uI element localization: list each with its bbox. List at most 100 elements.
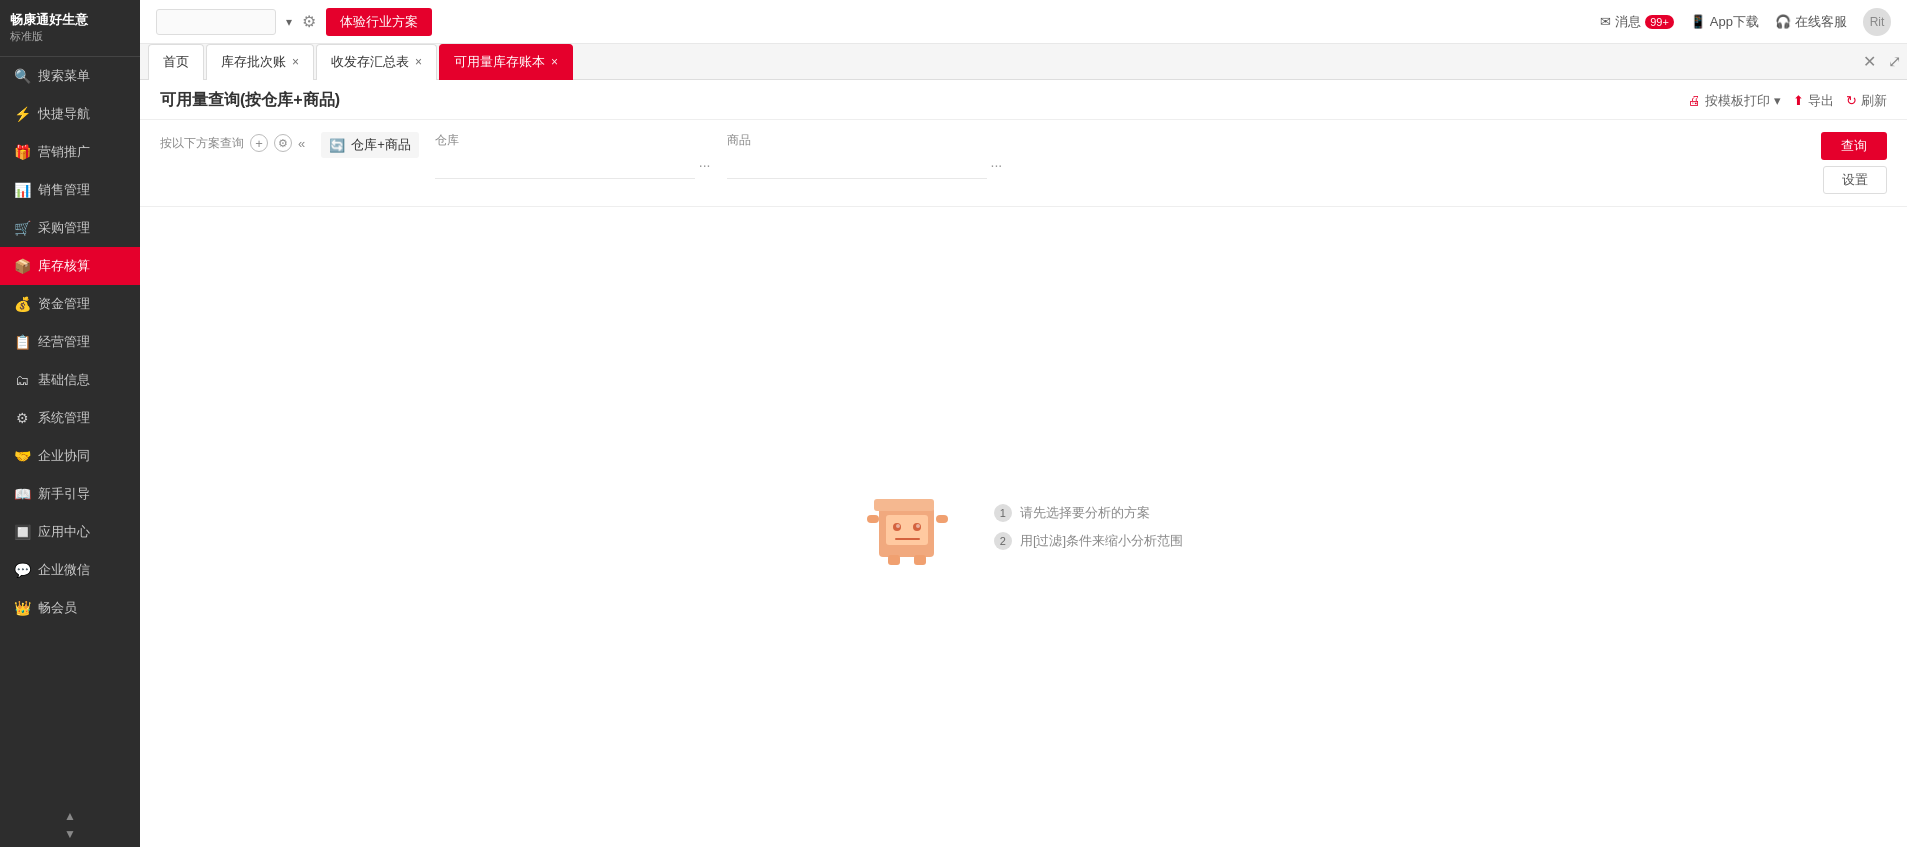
product-input[interactable]	[727, 151, 987, 179]
export-btn[interactable]: ⬆ 导出	[1793, 92, 1834, 110]
sidebar-scroll-btns: ▲ ▼	[0, 803, 140, 847]
warehouse-dots-btn[interactable]: ···	[699, 157, 711, 173]
online-service-btn[interactable]: 🎧 在线客服	[1775, 13, 1847, 31]
sidebar-item-basics[interactable]: 🗂 基础信息	[0, 361, 140, 399]
new-guide-icon: 📖	[14, 486, 30, 502]
svg-rect-10	[888, 555, 900, 565]
empty-state: 1 请先选择要分析的方案 2 用[过滤]条件来缩小分析范围	[140, 207, 1907, 847]
window-close-btn[interactable]: ✕	[1863, 52, 1876, 71]
app-center-icon: 🔲	[14, 524, 30, 540]
query-button[interactable]: 查询	[1821, 132, 1887, 160]
sidebar: 畅康通好生意 标准版 🔍 搜索菜单 ⚡ 快捷导航 🎁 营销推广 📊 销售管理 🛒…	[0, 0, 140, 847]
sidebar-item-label-search: 搜索菜单	[38, 67, 90, 85]
export-label: 导出	[1808, 92, 1834, 110]
sidebar-item-operations[interactable]: 📋 经营管理	[0, 323, 140, 361]
sidebar-item-marketing[interactable]: 🎁 营销推广	[0, 133, 140, 171]
enterprise-icon: 🤝	[14, 448, 30, 464]
print-dropdown-icon[interactable]: ▾	[1774, 93, 1781, 108]
sidebar-item-sales[interactable]: 📊 销售管理	[0, 171, 140, 209]
tab-collect-account[interactable]: 收发存汇总表 ×	[316, 44, 437, 80]
app-download-label: App下载	[1710, 13, 1759, 31]
svg-rect-8	[867, 515, 879, 523]
tab-batch-account[interactable]: 库存批次账×	[206, 44, 314, 80]
sidebar-item-member[interactable]: 👑 畅会员	[0, 589, 140, 627]
filter-add-btn[interactable]: +	[250, 134, 268, 152]
page-title: 可用量查询(按仓库+商品)	[160, 90, 340, 111]
svg-rect-9	[936, 515, 948, 523]
empty-hint-1: 1 请先选择要分析的方案	[994, 504, 1183, 522]
empty-text-list: 1 请先选择要分析的方案 2 用[过滤]条件来缩小分析范围	[994, 504, 1183, 550]
sidebar-item-app-center[interactable]: 🔲 应用中心	[0, 513, 140, 551]
app-download-btn[interactable]: 📱 App下载	[1690, 13, 1759, 31]
page-header: 可用量查询(按仓库+商品) 🖨 按模板打印 ▾ ⬆ 导出 ↻ 刷新	[140, 80, 1907, 120]
tab-label-collect-account: 收发存汇总表	[331, 53, 409, 71]
empty-illustration	[864, 477, 964, 577]
topbar-dropdown-btn[interactable]: ▾	[286, 15, 292, 29]
message-icon: ✉	[1600, 14, 1611, 29]
user-label: Rit	[1870, 15, 1885, 29]
sidebar-item-new-guide[interactable]: 📖 新手引导	[0, 475, 140, 513]
basics-icon: 🗂	[14, 372, 30, 388]
message-btn[interactable]: ✉ 消息 99+	[1600, 13, 1674, 31]
filter-fields: 仓库 ··· 商品 ···	[435, 132, 1805, 179]
topbar-gear-icon[interactable]: ⚙	[302, 12, 316, 31]
sidebar-item-system[interactable]: ⚙ 系统管理	[0, 399, 140, 437]
filter-settings-btn[interactable]: ⚙	[274, 134, 292, 152]
topbar-search-input[interactable]	[156, 9, 276, 35]
enterprise-wechat-icon: 💬	[14, 562, 30, 578]
trial-industry-button[interactable]: 体验行业方案	[326, 8, 432, 36]
sidebar-item-inventory[interactable]: 📦 库存核算	[0, 247, 140, 285]
tab-close-collect-account[interactable]: ×	[415, 55, 422, 69]
brand-name: 畅康通好生意	[10, 12, 130, 29]
inventory-icon: 📦	[14, 258, 30, 274]
filter-collapse-btn[interactable]: «	[298, 136, 305, 151]
sidebar-item-enterprise-wechat[interactable]: 💬 企业微信	[0, 551, 140, 589]
sidebar-item-label-enterprise: 企业协同	[38, 447, 90, 465]
settings-button[interactable]: 设置	[1823, 166, 1887, 194]
sidebar-item-label-operations: 经营管理	[38, 333, 90, 351]
empty-illustration-svg	[864, 477, 954, 567]
sidebar-item-enterprise[interactable]: 🤝 企业协同	[0, 437, 140, 475]
print-icon: 🖨	[1688, 93, 1701, 108]
sidebar-scroll-down[interactable]: ▼	[62, 825, 78, 843]
filter-action-btns: 查询 设置	[1821, 132, 1887, 194]
sidebar-item-label-quick-nav: 快捷导航	[38, 105, 90, 123]
refresh-label: 刷新	[1861, 92, 1887, 110]
sidebar-item-search[interactable]: 🔍 搜索菜单	[0, 57, 140, 95]
filter-scheme-warehouse-product[interactable]: 🔄 仓库+商品	[321, 132, 419, 158]
filter-area: 按以下方案查询 + ⚙ « 🔄 仓库+商品 仓库 ···	[140, 120, 1907, 207]
print-label: 按模板打印	[1705, 92, 1770, 110]
filter-scheme-icon: 🔄	[329, 138, 345, 153]
window-expand-btn[interactable]: ⤢	[1882, 52, 1907, 71]
brand-sub: 标准版	[10, 29, 130, 44]
tab-close-available-stock[interactable]: ×	[551, 55, 558, 69]
filter-schemes: 🔄 仓库+商品	[321, 132, 419, 158]
sidebar-item-finance[interactable]: 💰 资金管理	[0, 285, 140, 323]
page-content: 可用量查询(按仓库+商品) 🖨 按模板打印 ▾ ⬆ 导出 ↻ 刷新	[140, 80, 1907, 847]
sidebar-item-purchase[interactable]: 🛒 采购管理	[0, 209, 140, 247]
filter-scheme-label: 按以下方案查询 + ⚙ «	[160, 132, 305, 152]
sidebar-item-quick-nav[interactable]: ⚡ 快捷导航	[0, 95, 140, 133]
product-dots-btn[interactable]: ···	[991, 157, 1003, 173]
system-icon: ⚙	[14, 410, 30, 426]
tabbar: 首页库存批次账× 收发存汇总表 × 可用量库存账本 × ✕ ⤢	[140, 44, 1907, 80]
refresh-btn[interactable]: ↻ 刷新	[1846, 92, 1887, 110]
tab-label-available-stock: 可用量库存账本	[454, 53, 545, 71]
message-badge: 99+	[1645, 15, 1674, 29]
sidebar-header: 畅康通好生意 标准版	[0, 0, 140, 57]
warehouse-input[interactable]	[435, 151, 695, 179]
tab-close-batch-account[interactable]: ×	[292, 55, 299, 69]
refresh-icon: ↻	[1846, 93, 1857, 108]
purchase-icon: 🛒	[14, 220, 30, 236]
tab-available-stock[interactable]: 可用量库存账本 ×	[439, 44, 573, 80]
sidebar-scroll-up[interactable]: ▲	[62, 807, 78, 825]
product-input-wrap: ···	[727, 151, 1003, 179]
svg-rect-1	[874, 499, 934, 511]
svg-point-5	[896, 524, 900, 528]
print-template-btn[interactable]: 🖨 按模板打印 ▾	[1688, 92, 1781, 110]
user-avatar[interactable]: Rit	[1863, 8, 1891, 36]
tab-home[interactable]: 首页	[148, 44, 204, 80]
empty-hint-2: 2 用[过滤]条件来缩小分析范围	[994, 532, 1183, 550]
svg-point-6	[916, 524, 920, 528]
svg-rect-11	[914, 555, 926, 565]
